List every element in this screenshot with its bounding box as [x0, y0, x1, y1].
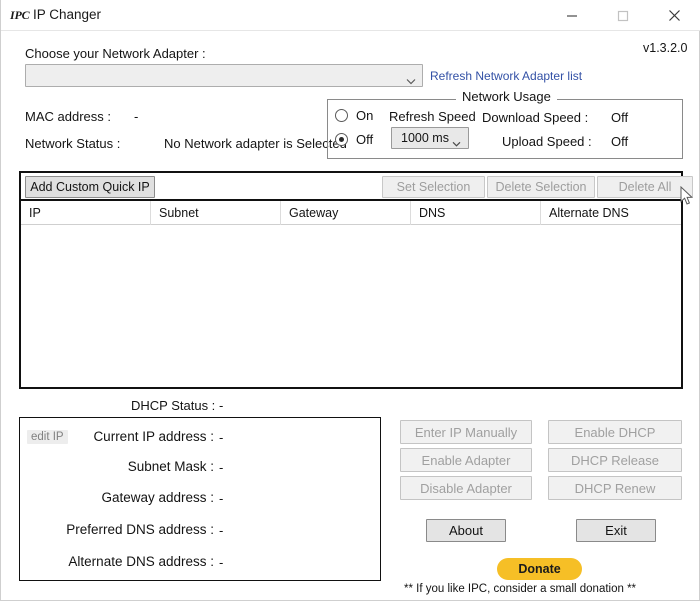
window-title: IP Changer: [33, 7, 101, 22]
minimize-button[interactable]: [549, 0, 595, 31]
network-usage-off-radio[interactable]: Off: [335, 132, 373, 147]
close-icon: [668, 9, 681, 22]
refresh-speed-value: 1000 ms: [401, 131, 449, 145]
app-logo: IPC: [10, 8, 29, 23]
quick-ip-grid-body[interactable]: [21, 225, 681, 387]
column-header-subnet[interactable]: Subnet: [151, 201, 281, 225]
close-button[interactable]: [651, 0, 697, 31]
choose-adapter-label: Choose your Network Adapter :: [25, 46, 206, 61]
about-button[interactable]: About: [426, 519, 506, 542]
donate-note: ** If you like IPC, consider a small don…: [404, 583, 636, 595]
preferred-dns-address-label: Preferred DNS address :: [41, 522, 214, 537]
radio-off-indicator: [335, 133, 348, 146]
refresh-speed-label: Refresh Speed: [389, 109, 476, 124]
column-header-gateway[interactable]: Gateway: [281, 201, 411, 225]
preferred-dns-address-value: -: [219, 523, 223, 538]
network-status-label: Network Status :: [25, 136, 120, 151]
subnet-mask-value: -: [219, 460, 223, 475]
quick-ip-grid-header: IP Subnet Gateway DNS Alternate DNS: [21, 201, 681, 225]
set-selection-button[interactable]: Set Selection: [382, 176, 485, 198]
gateway-address-label: Gateway address :: [71, 490, 214, 505]
delete-all-button[interactable]: Delete All: [597, 176, 693, 198]
edit-ip-button[interactable]: edit IP: [27, 430, 68, 444]
radio-on-label: On: [356, 108, 373, 123]
radio-off-label: Off: [356, 132, 373, 147]
dhcp-renew-button[interactable]: DHCP Renew: [548, 476, 682, 500]
minimize-icon: [566, 10, 578, 22]
network-status-value: No Network adapter is Selected: [164, 136, 347, 151]
mac-address-label: MAC address :: [25, 109, 111, 124]
maximize-icon: [617, 10, 629, 22]
mac-address-value: -: [134, 109, 138, 124]
radio-on-indicator: [335, 109, 348, 122]
title-bar: IPC IP Changer: [1, 0, 700, 31]
upload-speed-value: Off: [611, 134, 628, 149]
delete-selection-button[interactable]: Delete Selection: [487, 176, 595, 198]
dhcp-release-button[interactable]: DHCP Release: [548, 448, 682, 472]
enable-adapter-button[interactable]: Enable Adapter: [400, 448, 532, 472]
enable-dhcp-button[interactable]: Enable DHCP: [548, 420, 682, 444]
chevron-down-icon: [406, 72, 416, 90]
dhcp-status-label: DHCP Status :: [131, 398, 215, 413]
network-usage-caption: Network Usage: [456, 89, 557, 104]
current-ip-address-value: -: [219, 430, 223, 445]
maximize-button[interactable]: [600, 0, 646, 31]
disable-adapter-button[interactable]: Disable Adapter: [400, 476, 532, 500]
alternate-dns-address-label: Alternate DNS address :: [41, 554, 214, 569]
download-speed-label: Download Speed :: [482, 110, 588, 125]
upload-speed-label: Upload Speed :: [502, 134, 592, 149]
exit-button[interactable]: Exit: [576, 519, 656, 542]
dhcp-status-value: -: [219, 398, 223, 413]
column-header-alternate-dns[interactable]: Alternate DNS: [541, 201, 681, 225]
quick-ip-panel: Add Custom Quick IP Set Selection Delete…: [19, 171, 683, 389]
add-custom-quick-ip-button[interactable]: Add Custom Quick IP: [25, 176, 155, 198]
network-usage-group: [327, 99, 683, 159]
column-header-ip[interactable]: IP: [21, 201, 151, 225]
refresh-speed-select[interactable]: 1000 ms: [391, 127, 469, 149]
network-usage-on-radio[interactable]: On: [335, 108, 373, 123]
enter-ip-manually-button[interactable]: Enter IP Manually: [400, 420, 532, 444]
download-speed-value: Off: [611, 110, 628, 125]
donate-button[interactable]: Donate: [497, 558, 582, 580]
version-label: v1.3.2.0: [643, 41, 687, 55]
ip-changer-window: IPC IP Changer Choose your Network Adapt…: [0, 0, 700, 601]
quick-ip-toolbar: Add Custom Quick IP Set Selection Delete…: [21, 173, 681, 201]
subnet-mask-label: Subnet Mask :: [71, 459, 214, 474]
chevron-down-icon: [452, 134, 461, 152]
column-header-dns[interactable]: DNS: [411, 201, 541, 225]
gateway-address-value: -: [219, 491, 223, 506]
network-adapter-select[interactable]: [25, 64, 423, 87]
alternate-dns-address-value: -: [219, 555, 223, 570]
current-ip-address-label: Current IP address :: [71, 429, 214, 444]
refresh-adapter-list-link[interactable]: Refresh Network Adapter list: [430, 69, 582, 83]
